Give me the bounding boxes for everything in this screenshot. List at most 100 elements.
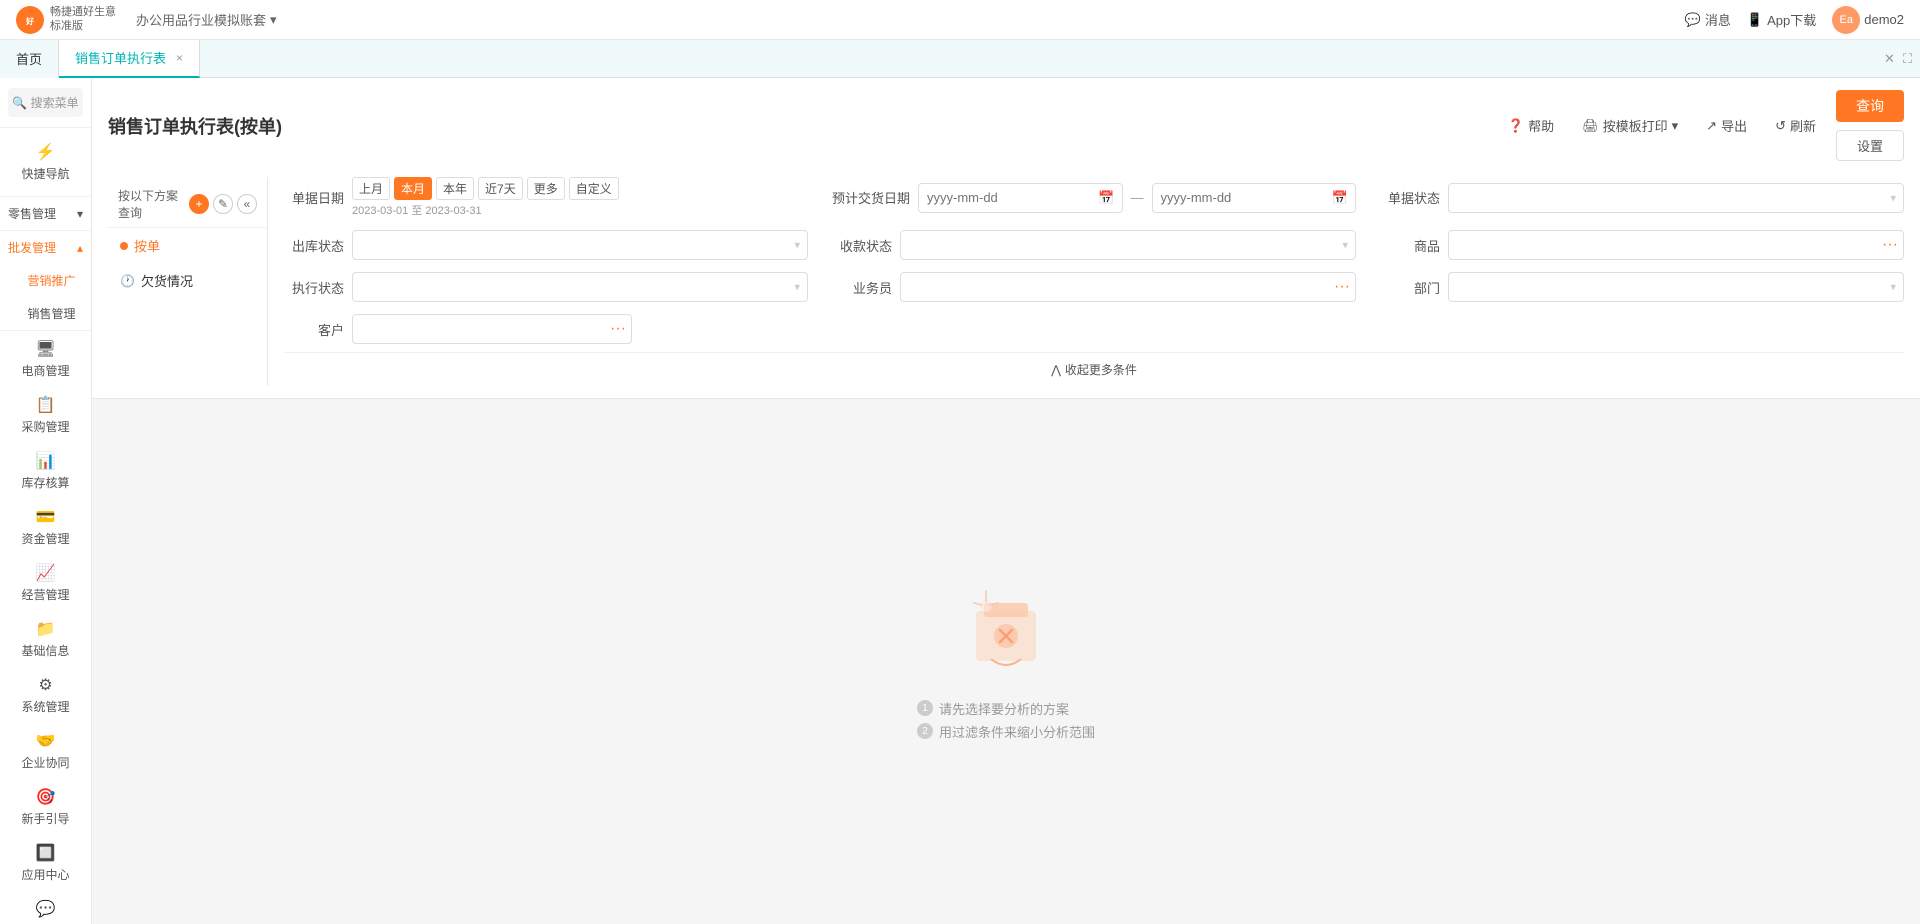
query-button[interactable]: 查询	[1836, 90, 1904, 122]
collapse-panel-button[interactable]: «	[237, 194, 257, 214]
salesperson-input[interactable]	[900, 272, 1356, 302]
collapse-button[interactable]: ⋀ 收起更多条件	[1051, 361, 1137, 378]
tab-close-icon[interactable]: ×	[176, 51, 183, 65]
sidebar-item-newbie[interactable]: 🎯 新手引导	[0, 779, 91, 835]
date-btn-this-year[interactable]: 本年	[436, 177, 474, 200]
date-btn-more[interactable]: 更多	[527, 177, 565, 200]
search-menu-button[interactable]: 🔍 搜索菜单	[8, 88, 83, 117]
top-header: 好 畅捷通好生意 标准版 办公用品行业模拟账套 ▾ 💬 消息 📱 App下载 E…	[0, 0, 1920, 40]
wholesale-label: 批发管理	[8, 239, 56, 256]
sidebar-item-enterprise[interactable]: 🤝 企业协同	[0, 723, 91, 779]
dept-select[interactable]	[1448, 272, 1904, 302]
sidebar-item-quicknav[interactable]: ⚡ 快捷导航	[0, 134, 91, 190]
message-button[interactable]: 💬 消息	[1685, 10, 1731, 29]
add-scheme-button[interactable]: +	[189, 194, 209, 214]
edit-scheme-button[interactable]: ✎	[213, 194, 233, 214]
tab-bar-right: ✕ ⛶	[1884, 51, 1920, 67]
tab-home[interactable]: 首页	[0, 40, 59, 78]
exec-status-select[interactable]	[352, 272, 808, 302]
wechat-icon: 💬	[36, 899, 56, 919]
receipt-status-control: ▾	[900, 230, 1356, 260]
header-right: 💬 消息 📱 App下载 Ea demo2	[1685, 6, 1904, 34]
finance-icon: 💳	[36, 507, 56, 527]
user-menu[interactable]: Ea demo2	[1832, 6, 1904, 34]
date-btn-this-month[interactable]: 本月	[394, 177, 432, 200]
print-button[interactable]: 🖨 按模板打印 ▾	[1574, 112, 1686, 139]
logo-text: 畅捷通好生意 标准版	[50, 6, 116, 32]
tab-sales-exec[interactable]: 销售订单执行表 ×	[59, 40, 200, 78]
newbie-icon: 🎯	[36, 787, 56, 807]
download-icon: 📱	[1747, 12, 1763, 28]
sidebar-item-inventory[interactable]: 📊 库存核算	[0, 443, 91, 499]
expected-date-range: 📅 — 📅	[918, 183, 1356, 213]
exec-status-control: ▾	[352, 272, 808, 302]
calendar-end-icon: 📅	[1332, 190, 1348, 206]
quick-nav-section: ⚡ 快捷导航	[0, 128, 91, 197]
out-status-select[interactable]	[352, 230, 808, 260]
refresh-button[interactable]: ↺ 刷新	[1767, 112, 1824, 139]
product-more-icon[interactable]: ···	[1882, 236, 1898, 254]
chevron-up-icon: ▴	[77, 241, 83, 255]
filter-field-salesperson: 业务员 ···	[832, 272, 1356, 302]
date-btn-last7[interactable]: 近7天	[478, 177, 523, 200]
left-panel: 按以下方案查询 + ✎ « 按单 🕐 欠货情况	[108, 177, 268, 386]
left-panel-header: 按以下方案查询 + ✎ «	[108, 177, 267, 228]
salesperson-control: ···	[900, 272, 1356, 302]
app-download-button[interactable]: 📱 App下载	[1747, 10, 1816, 29]
sidebar-item-operation[interactable]: 📈 经营管理	[0, 555, 91, 611]
expected-date-control: 📅 — 📅	[918, 183, 1356, 213]
settings-button[interactable]: 设置	[1836, 130, 1904, 161]
date-btn-last-month[interactable]: 上月	[352, 177, 390, 200]
salesperson-more-icon[interactable]: ···	[1334, 278, 1350, 296]
filter-field-out-status: 出库状态 ▾	[284, 230, 808, 260]
inventory-icon: 📊	[36, 451, 56, 471]
filter-split: 按以下方案查询 + ✎ « 按单 🕐 欠货情况	[108, 177, 1904, 386]
product-control: ···	[1448, 230, 1904, 260]
enterprise-icon: 🤝	[36, 731, 56, 751]
sidebar-item-basic[interactable]: 📁 基础信息	[0, 611, 91, 667]
page-title: 销售订单执行表(按单)	[108, 113, 282, 139]
expected-date-start-input[interactable]	[918, 183, 1123, 213]
purchase-icon: 📋	[36, 395, 56, 415]
sidebar-group-wholesale: 批发管理 ▴ 营销推广 销售管理	[0, 231, 91, 331]
doc-status-select[interactable]	[1448, 183, 1904, 213]
window-expand-icon[interactable]: ⛶	[1903, 51, 1912, 67]
empty-state: 1 请先选择要分析的方案 2 用过滤条件来缩小分析范围	[92, 399, 1920, 924]
sidebar-item-finance[interactable]: 💳 资金管理	[0, 499, 91, 555]
help-button[interactable]: ❓ 帮助	[1500, 112, 1562, 139]
expected-date-end-input[interactable]	[1152, 183, 1357, 213]
breadcrumb[interactable]: 办公用品行业模拟账套 ▾	[136, 10, 277, 29]
sidebar-item-system[interactable]: ⚙ 系统管理	[0, 667, 91, 723]
sidebar-item-ecommerce[interactable]: 🖥 电商管理	[0, 331, 91, 387]
sidebar-item-appstore[interactable]: 🔲 应用中心	[0, 835, 91, 891]
print-arrow-icon: ▾	[1672, 118, 1679, 134]
date-btn-custom[interactable]: 自定义	[569, 177, 619, 200]
filter-field-dept: 部门 ▾	[1380, 272, 1904, 302]
chevron-up-icon: ⋀	[1051, 363, 1061, 377]
sidebar-item-wholesale[interactable]: 批发管理 ▴	[0, 231, 91, 264]
filter-row-3: 执行状态 ▾ 业务员 ···	[284, 272, 1904, 302]
sidebar-item-retail[interactable]: 零售管理 ▾	[0, 197, 91, 230]
logo-icon: 好	[16, 6, 44, 34]
sidebar-item-sales[interactable]: 销售管理	[0, 297, 91, 330]
export-button[interactable]: ↗ 导出	[1698, 112, 1755, 139]
sidebar-item-marketing[interactable]: 营销推广	[0, 264, 91, 297]
left-panel-item-debt[interactable]: 🕐 欠货情况	[108, 263, 267, 298]
message-icon: 💬	[1685, 12, 1701, 28]
filter-field-doc-status: 单据状态 ▾	[1380, 183, 1904, 213]
left-panel-actions: + ✎ «	[189, 194, 257, 214]
filter-form: 单据日期 上月 本月 本年 近7天 更多 自定义 20	[268, 177, 1904, 386]
sidebar-item-wechat[interactable]: 💬 企业微信	[0, 891, 91, 924]
help-icon: ❓	[1508, 118, 1524, 134]
customer-input[interactable]	[352, 314, 632, 344]
receipt-status-select[interactable]	[900, 230, 1356, 260]
window-close-icon[interactable]: ✕	[1884, 51, 1895, 67]
product-input[interactable]	[1448, 230, 1904, 260]
left-panel-item-order[interactable]: 按单	[108, 228, 267, 263]
retail-label: 零售管理	[8, 205, 56, 222]
active-dot-icon	[120, 242, 128, 250]
expected-date-start-wrapper: 📅	[918, 183, 1123, 213]
hint-num-2: 2	[917, 723, 933, 739]
customer-more-icon[interactable]: ···	[610, 320, 626, 338]
sidebar-item-purchase[interactable]: 📋 采购管理	[0, 387, 91, 443]
